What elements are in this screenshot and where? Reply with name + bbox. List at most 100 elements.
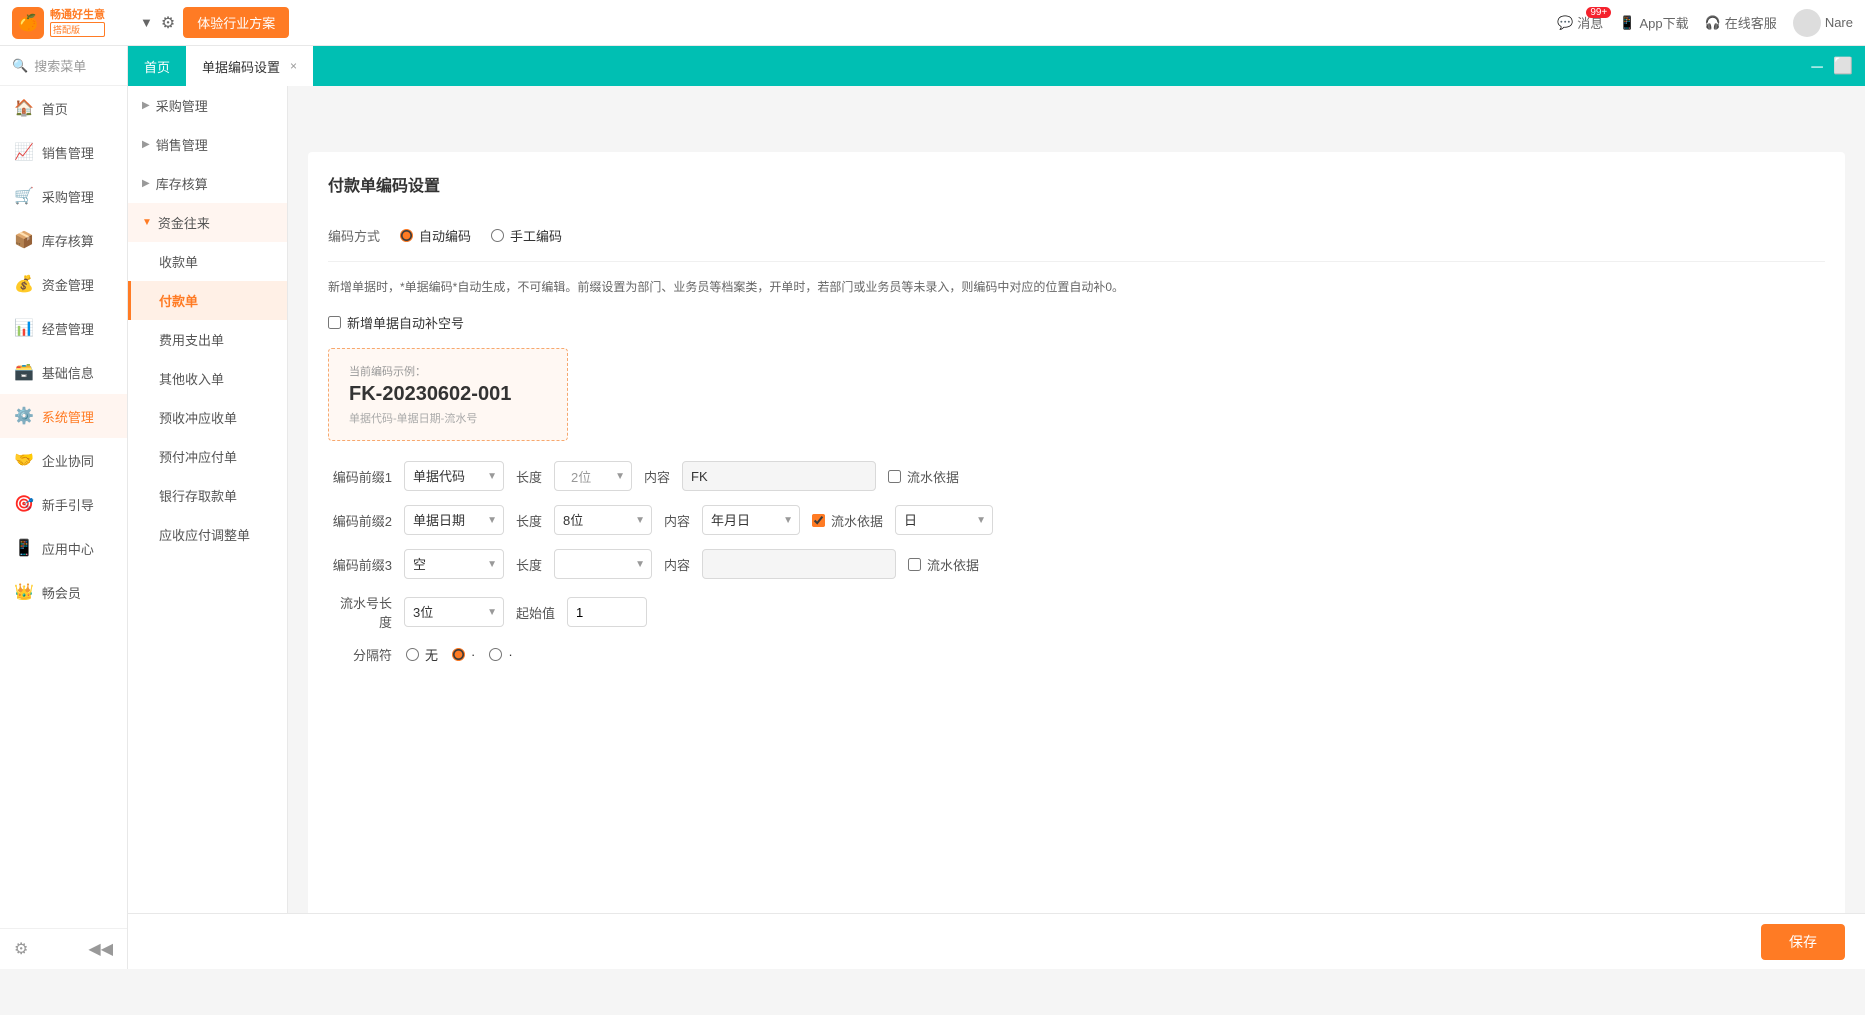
tab-home-label: 首页 [144, 57, 170, 76]
sidebar-label-appcenter: 应用中心 [42, 539, 94, 558]
manual-encode-option[interactable]: 手工编码 [491, 226, 562, 245]
sidebar-item-home[interactable]: 🏠 首页 [0, 86, 127, 130]
prefix3-select[interactable]: 空 单据代码 单据日期 部门 业务员 [413, 557, 493, 572]
sidebar-nav: 🏠 首页 📈 销售管理 🛒 采购管理 📦 库存核算 💰 资金管理 📊 经营管理 … [0, 86, 127, 928]
sidebar-item-appcenter[interactable]: 📱 应用中心 [0, 526, 127, 570]
content2-select[interactable]: 年月日 年月 年 [711, 513, 791, 528]
menu-group-purchase[interactable]: ▶ 采购管理 [128, 86, 287, 125]
sep-dot2-option[interactable]: · [489, 647, 512, 662]
sidebar-item-operations[interactable]: 📊 经营管理 [0, 306, 127, 350]
tab-minimize-btn[interactable]: － [1809, 54, 1825, 78]
settings-footer-icon[interactable]: ⚙ [14, 939, 28, 959]
save-button[interactable]: 保存 [1761, 924, 1845, 960]
autofill-checkbox[interactable] [328, 316, 341, 329]
content2-select-wrapper[interactable]: 年月日 年月 年 ▼ [702, 505, 800, 535]
length2-select-wrapper[interactable]: 8位 4位 6位 ▼ [554, 505, 652, 535]
content1-label: 内容 [644, 467, 670, 486]
dropdown-btn[interactable]: ▼ [140, 15, 153, 30]
user-area[interactable]: Nare [1793, 9, 1853, 37]
auto-encode-radio[interactable] [400, 229, 413, 242]
sep-none-label: 无 [425, 645, 438, 664]
prefix1-select-wrapper[interactable]: 单据代码 单据日期 部门 业务员 空 ▼ [404, 461, 504, 491]
sidebar-item-sales[interactable]: 📈 销售管理 [0, 130, 127, 174]
sidebar-item-finance[interactable]: 💰 资金管理 [0, 262, 127, 306]
sidebar-item-inventory[interactable]: 📦 库存核算 [0, 218, 127, 262]
enterprise-icon: 🤝 [14, 450, 34, 470]
username: Nare [1825, 15, 1853, 30]
tab-encoding-label: 单据编码设置 [202, 57, 280, 76]
settings-icon[interactable]: ⚙ [161, 13, 175, 33]
sep-dot1-radio[interactable] [452, 648, 465, 661]
watermark2-checkbox[interactable] [812, 514, 825, 527]
serial-length-select[interactable]: 3位 4位 5位 [413, 605, 493, 620]
message-icon: 💬 [1557, 15, 1573, 31]
sidebar-label-sales: 销售管理 [42, 143, 94, 162]
search-icon: 🔍 [12, 58, 28, 74]
submenu-other-income[interactable]: 其他收入单 [128, 359, 287, 398]
sidebar-item-enterprise[interactable]: 🤝 企业协同 [0, 438, 127, 482]
prefix2-select-wrapper[interactable]: 单据日期 单据代码 部门 业务员 空 ▼ [404, 505, 504, 535]
online-service-area[interactable]: 🎧 在线客服 [1705, 13, 1777, 32]
trial-btn[interactable]: 体验行业方案 [183, 7, 289, 38]
page-title: 付款单编码设置 [328, 172, 1825, 196]
app-download-label: App下载 [1639, 13, 1688, 32]
length2-label: 长度 [516, 511, 542, 530]
sidebar-item-system[interactable]: ⚙️ 系统管理 [0, 394, 127, 438]
collapse-icon[interactable]: ◀◀ [88, 939, 113, 959]
submenu-prepay-receive[interactable]: 预收冲应收单 [128, 398, 287, 437]
member-icon: 👑 [14, 582, 34, 602]
sidebar-label-home: 首页 [42, 99, 68, 118]
preview-desc: 单据代码-单据日期-流水号 [349, 410, 547, 426]
msg-area[interactable]: 💬 消息 99+ [1557, 13, 1603, 32]
auto-encode-option[interactable]: 自动编码 [400, 226, 471, 245]
day-select-wrapper[interactable]: 日 月 年 ▼ [895, 505, 993, 535]
app-download-area[interactable]: 📱 App下载 [1619, 13, 1688, 32]
watermark3-checkbox[interactable] [908, 558, 921, 571]
inventory-icon: 📦 [14, 230, 34, 250]
sidebar-item-member[interactable]: 👑 畅会员 [0, 570, 127, 614]
length2-select[interactable]: 8位 4位 6位 [563, 513, 643, 528]
menu-group-sales[interactable]: ▶ 销售管理 [128, 125, 287, 164]
submenu-receipt[interactable]: 收款单 [128, 242, 287, 281]
length3-select[interactable] [563, 557, 643, 572]
prefix3-label: 编码前缀3 [328, 555, 392, 574]
submenu-prepay-pay[interactable]: 预付冲应付单 [128, 437, 287, 476]
sep-dot1-option[interactable]: · [452, 647, 475, 662]
sidebar-item-newguide[interactable]: 🎯 新手引导 [0, 482, 127, 526]
sep-dot2-radio[interactable] [489, 648, 502, 661]
watermark1-checkbox[interactable] [888, 470, 901, 483]
menu-group-inventory[interactable]: ▶ 库存核算 [128, 164, 287, 203]
menu-group-capital[interactable]: ▼ 资金往来 [128, 203, 287, 242]
length1-label: 长度 [516, 467, 542, 486]
tab-encoding[interactable]: 单据编码设置 × [186, 46, 313, 86]
auto-encode-label: 自动编码 [419, 226, 471, 245]
logo-icon: 🍊 [12, 7, 44, 39]
submenu-payment[interactable]: 付款单 [128, 281, 287, 320]
content3-input [702, 549, 896, 579]
start-value-input[interactable] [567, 597, 647, 627]
tab-maximize-btn[interactable]: ⬜ [1833, 56, 1853, 76]
prefix2-label: 编码前缀2 [328, 511, 392, 530]
tab-close-icon[interactable]: × [290, 59, 297, 73]
submenu-bank-deposit[interactable]: 银行存取款单 [128, 476, 287, 515]
sidebar-item-basic[interactable]: 🗃️ 基础信息 [0, 350, 127, 394]
day-select[interactable]: 日 月 年 [904, 513, 984, 528]
sep-none-radio[interactable] [406, 648, 419, 661]
encode-method-label: 编码方式 [328, 226, 380, 245]
serial-length-select-wrapper[interactable]: 3位 4位 5位 ▼ [404, 597, 504, 627]
prefix3-select-wrapper[interactable]: 空 单据代码 单据日期 部门 业务员 ▼ [404, 549, 504, 579]
sep-dot2-icon: · [508, 647, 512, 662]
length3-select-wrapper[interactable]: ▼ [554, 549, 652, 579]
tab-home[interactable]: 首页 [128, 46, 186, 86]
submenu-ap-adj[interactable]: 应收应付调整单 [128, 515, 287, 554]
newguide-icon: 🎯 [14, 494, 34, 514]
sep-none-option[interactable]: 无 [406, 645, 438, 664]
sidebar-item-purchase[interactable]: 🛒 采购管理 [0, 174, 127, 218]
submenu-expense[interactable]: 费用支出单 [128, 320, 287, 359]
prefix2-select[interactable]: 单据日期 单据代码 部门 业务员 空 [413, 513, 493, 528]
menu-group-inventory-label: 库存核算 [156, 174, 208, 193]
sub-menu-capital: 收款单 付款单 费用支出单 其他收入单 预收冲应收单 预付冲应付单 银行存取款单… [128, 242, 287, 554]
prefix1-select[interactable]: 单据代码 单据日期 部门 业务员 空 [413, 469, 493, 484]
search-menu[interactable]: 🔍 搜索菜单 [0, 46, 127, 86]
manual-encode-radio[interactable] [491, 229, 504, 242]
